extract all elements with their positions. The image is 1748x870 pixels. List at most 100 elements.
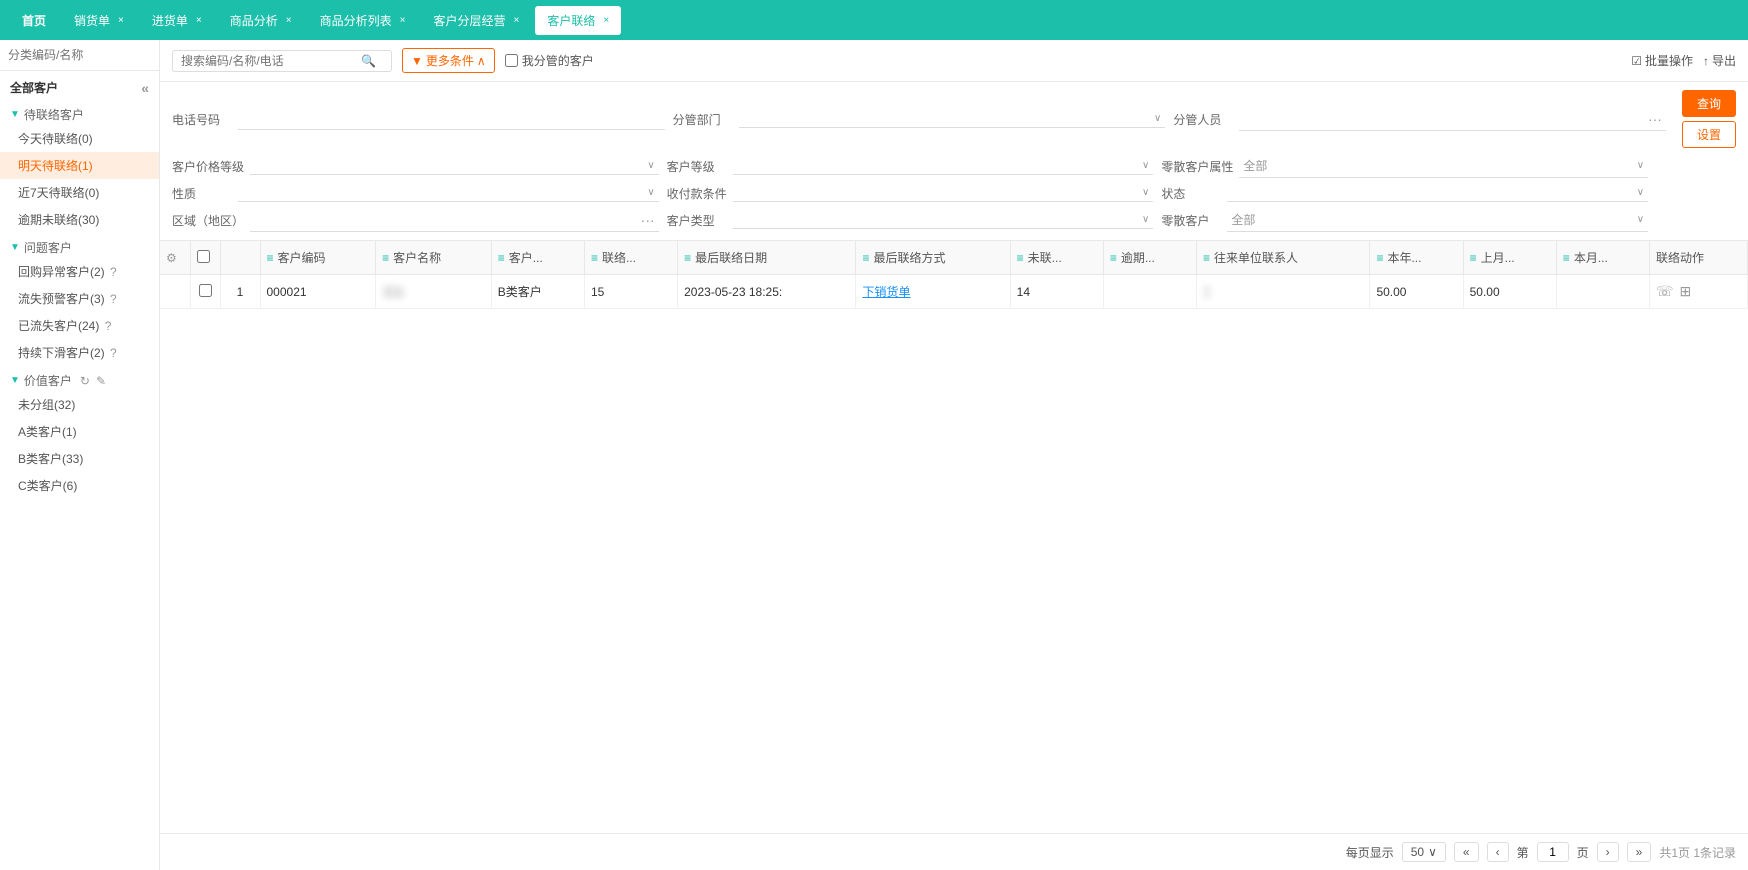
chevron-down-icon-8: ∨ [1142, 214, 1149, 225]
td-this-month [1556, 275, 1649, 309]
my-customers-checkbox[interactable] [505, 54, 518, 67]
td-last-contact-method: 下销货单 [856, 275, 1010, 309]
page-size-select[interactable]: 50 ∨ [1402, 842, 1446, 862]
sort-icon-5: ≡ [684, 251, 691, 265]
nav-tab-3[interactable]: 商品分析列表 × [308, 6, 418, 35]
filter-sparse-customer: 零散客户 全部 ∨ [1161, 208, 1648, 232]
filter-customer-type-select[interactable]: ∨ [733, 211, 1154, 229]
nav-tab-1[interactable]: 进货单 × [140, 6, 214, 35]
data-table: ⚙ ≡ 客户编码 [160, 241, 1748, 309]
filter-dept-label: 分管部门 [673, 111, 733, 128]
th-contact-action: 联络动作 [1649, 241, 1747, 275]
more-filter-button[interactable]: ▼ 更多条件 ∧ [402, 48, 495, 73]
query-button[interactable]: 查询 [1682, 90, 1736, 117]
sidebar-item-7days[interactable]: 近7天待联络(0) [0, 179, 159, 206]
sidebar-item-churned[interactable]: 已流失客户(24) ? [0, 312, 159, 339]
th-no [220, 241, 260, 275]
close-tab-4-icon[interactable]: × [513, 15, 519, 26]
unit-contact-value [1203, 285, 1211, 299]
filter-phone: 电话号码 [172, 109, 665, 130]
close-tab-2-icon[interactable]: × [286, 15, 292, 26]
filter-row-2: 客户价格等级 ∨ 客户等级 ∨ 零散客户属性 全部 [172, 154, 1736, 178]
nav-home[interactable]: 首页 [10, 6, 58, 35]
nav-tab-4[interactable]: 客户分层经营 × [421, 6, 531, 35]
row-checkbox[interactable] [199, 284, 212, 297]
th-settings: ⚙ [160, 241, 190, 275]
refresh-icon[interactable]: ↻ [80, 374, 90, 388]
page-size-label: 每页显示 [1346, 844, 1394, 861]
filter-price-level-label: 客户价格等级 [172, 158, 244, 175]
sidebar-item-tomorrow[interactable]: 明天待联络(1) [0, 152, 159, 179]
search-icon[interactable]: 🔍 [361, 54, 376, 68]
sidebar-all-customers[interactable]: 全部客户 « [0, 71, 159, 100]
close-tab-3-icon[interactable]: × [400, 15, 406, 26]
sidebar: 🔍 全部客户 « ▼ 待联络客户 今天待联络(0) 明天待联络(1) 近7天待联… [0, 40, 160, 870]
filter-sparse-customer-select[interactable]: 全部 ∨ [1227, 208, 1648, 232]
batch-op-button[interactable]: ☑ 批量操作 [1631, 52, 1693, 69]
nav-tab-0[interactable]: 销货单 × [62, 6, 136, 35]
close-tab-1-icon[interactable]: × [196, 15, 202, 26]
search-input-wrap: 🔍 [172, 50, 392, 72]
td-contact-action: ☏ ⊞ [1649, 275, 1747, 309]
sidebar-item-b-class[interactable]: B类客户(33) [0, 445, 159, 472]
manager-dots-btn[interactable]: ··· [1648, 111, 1662, 127]
nav-tab-2[interactable]: 商品分析 × [218, 6, 304, 35]
filter-customer-level-select[interactable]: ∨ [733, 157, 1154, 175]
main-search-input[interactable] [181, 54, 361, 68]
sidebar-item-overdue[interactable]: 逾期未联络(30) [0, 206, 159, 233]
sort-icon-9: ≡ [1203, 251, 1210, 265]
triangle-icon: ▼ [10, 109, 20, 120]
sort-icon-7: ≡ [1017, 251, 1024, 265]
help-icon-1: ? [110, 292, 117, 306]
filter-sparse-attr-select[interactable]: 全部 ∨ [1239, 154, 1648, 178]
help-icon-3: ? [110, 346, 117, 360]
th-customer-code: ≡ 客户编码 [260, 241, 376, 275]
select-all-checkbox[interactable] [197, 250, 210, 263]
filter-status-select[interactable]: ∨ [1227, 184, 1648, 202]
sidebar-item-churn-warning[interactable]: 流失预警客户(3) ? [0, 285, 159, 312]
chevron-down-icon-6: ∨ [1142, 187, 1149, 198]
sidebar-item-a-class[interactable]: A类客户(1) [0, 418, 159, 445]
sidebar-item-declining[interactable]: 持续下滑客户(2) ? [0, 339, 159, 366]
filter-customer-level: 客户等级 ∨ [667, 157, 1154, 175]
filter-sparse-attr-label: 零散客户属性 [1161, 158, 1233, 175]
phone-action-icon[interactable]: ☏ [1656, 283, 1674, 300]
filter-phone-input[interactable] [238, 109, 665, 130]
sidebar-search-input[interactable] [8, 48, 160, 62]
sidebar-item-ungrouped[interactable]: 未分组(32) [0, 391, 159, 418]
th-no-contact: ≡ 未联... [1010, 241, 1103, 275]
filter-dept-select[interactable]: ∨ [739, 110, 1166, 128]
sort-icon: ≡ [267, 251, 274, 265]
last-page-btn[interactable]: » [1627, 842, 1652, 862]
action-icons: ☏ ⊞ [1656, 283, 1741, 300]
prev-page-btn[interactable]: ‹ [1487, 842, 1509, 862]
filter-price-level-select[interactable]: ∨ [250, 157, 659, 175]
export-button[interactable]: ↑ 导出 [1703, 52, 1736, 69]
filter-manager: 分管人员 ··· [1173, 108, 1666, 131]
edit-icon[interactable]: ✎ [96, 374, 106, 388]
region-dots-btn[interactable]: ··· [641, 212, 655, 228]
grid-action-icon[interactable]: ⊞ [1679, 283, 1691, 300]
sidebar-item-c-class[interactable]: C类客户(6) [0, 472, 159, 499]
filter-payment-label: 收付款条件 [667, 185, 727, 202]
nav-tab-5[interactable]: 客户联络 × [535, 6, 621, 35]
close-tab-5-icon[interactable]: × [603, 15, 609, 26]
my-customers-checkbox-label[interactable]: 我分管的客户 [505, 52, 594, 69]
next-page-btn[interactable]: › [1597, 842, 1619, 862]
checkbox-icon: ☑ [1631, 54, 1642, 68]
filter-nature-select[interactable]: ∨ [238, 184, 659, 202]
chevron-down-icon: ∨ [1154, 113, 1161, 124]
chevron-down-icon-4: ∨ [1637, 160, 1644, 171]
export-icon: ↑ [1703, 54, 1709, 68]
contact-method-link[interactable]: 下销货单 [862, 285, 910, 299]
first-page-btn[interactable]: « [1454, 842, 1479, 862]
sidebar-item-repurchase[interactable]: 回购异常客户(2) ? [0, 258, 159, 285]
page-number-input[interactable] [1537, 842, 1569, 862]
close-tab-0-icon[interactable]: × [118, 15, 124, 26]
filter-payment-select[interactable]: ∨ [733, 184, 1154, 202]
filter-row-3: 性质 ∨ 收付款条件 ∨ 状态 [172, 184, 1736, 202]
sidebar-item-today[interactable]: 今天待联络(0) [0, 125, 159, 152]
reset-button[interactable]: 设置 [1682, 121, 1736, 148]
settings-gear-icon[interactable]: ⚙ [166, 251, 177, 265]
filter-payment: 收付款条件 ∨ [667, 184, 1154, 202]
